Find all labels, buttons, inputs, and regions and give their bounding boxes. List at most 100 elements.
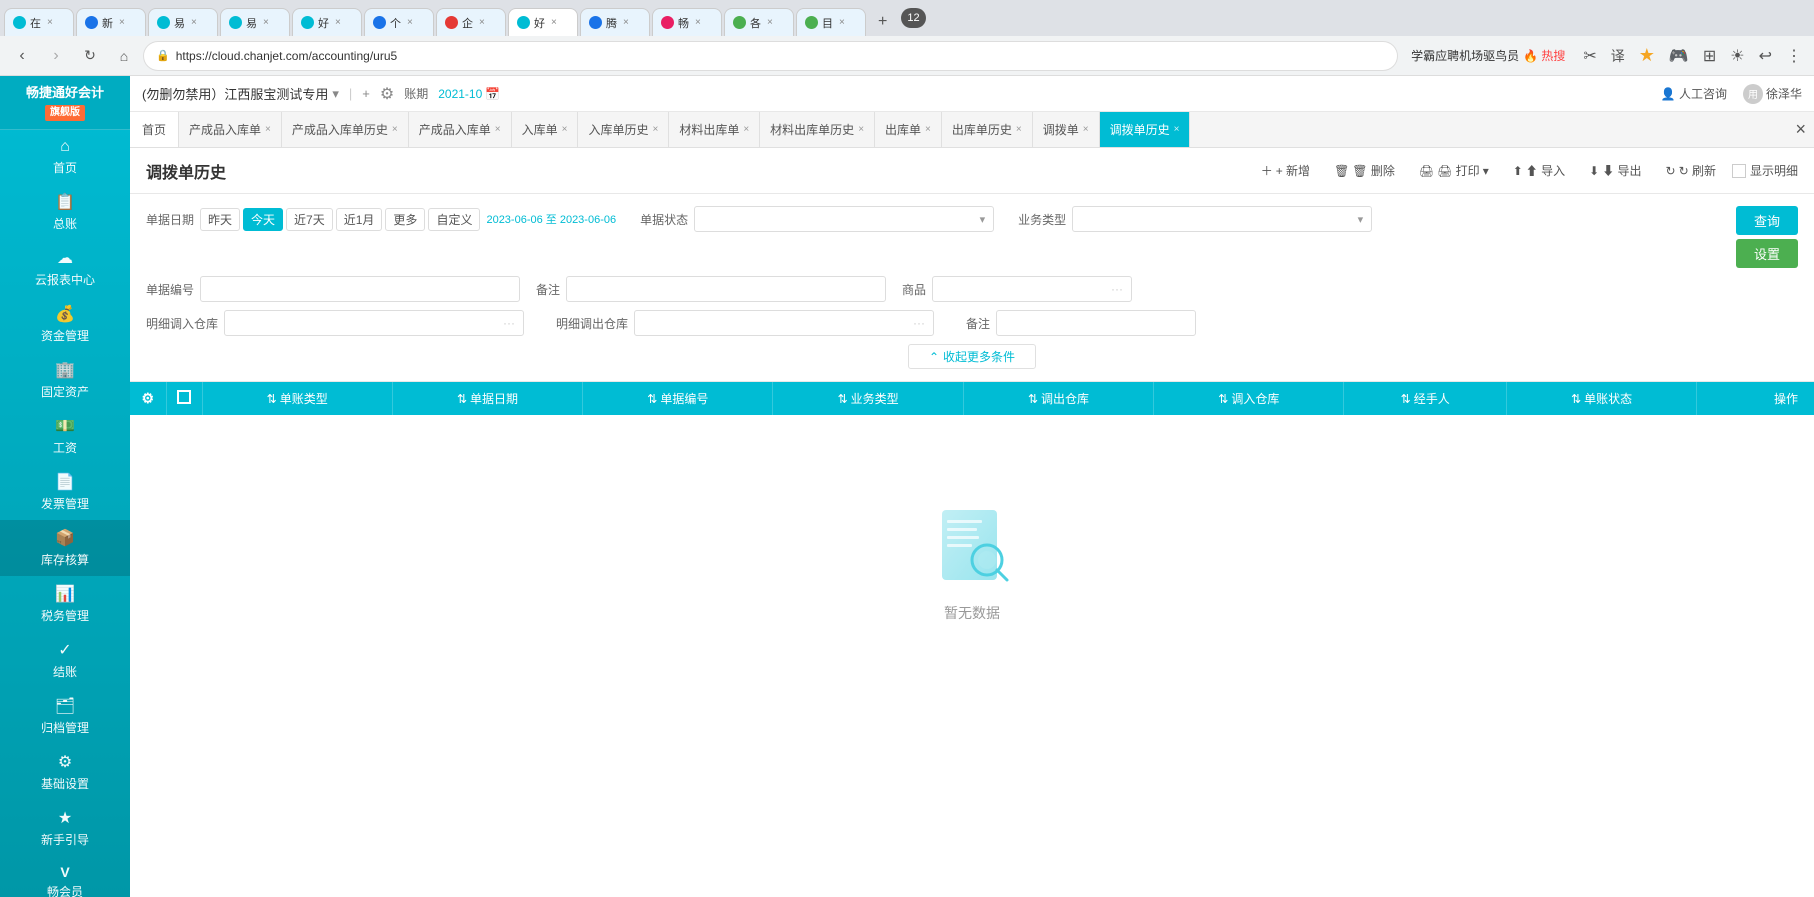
refresh-page-button[interactable]: ↻ ↻ 刷新 bbox=[1658, 158, 1724, 183]
app-tab-3[interactable]: 产成品入库单 × bbox=[409, 112, 512, 148]
tab-close-6[interactable]: × bbox=[407, 17, 413, 28]
browser-tab-6[interactable]: 个 × bbox=[364, 8, 434, 36]
forward-button[interactable]: › bbox=[42, 42, 70, 70]
app-tab-8[interactable]: 出库单 × bbox=[875, 112, 942, 148]
sidebar-item-assets[interactable]: 🏢 固定资产 bbox=[0, 352, 130, 408]
tab-close-5[interactable]: × bbox=[335, 17, 341, 28]
date-btn-custom[interactable]: 自定义 bbox=[428, 208, 480, 231]
sidebar-item-finance[interactable]: 💰 资金管理 bbox=[0, 296, 130, 352]
browser-tab-5[interactable]: 好 × bbox=[292, 8, 362, 36]
browser-tab-10[interactable]: 畅 × bbox=[652, 8, 722, 36]
period-value[interactable]: 2021-10 📅 bbox=[438, 87, 500, 101]
print-button[interactable]: 🖨 🖨 打印 ▾ bbox=[1411, 158, 1497, 183]
grid-button[interactable]: ⊞ bbox=[1699, 42, 1720, 70]
new-button[interactable]: ＋ + 新增 bbox=[1253, 158, 1318, 183]
remark2-input[interactable] bbox=[996, 310, 1196, 336]
sidebar-item-home[interactable]: ⌂ 首页 bbox=[0, 130, 130, 184]
th-handler[interactable]: ⇅ 经手人 bbox=[1344, 382, 1507, 415]
settings-gear-icon[interactable]: ⚙ bbox=[380, 84, 394, 104]
sidebar-item-ledger[interactable]: 📋 总账 bbox=[0, 184, 130, 240]
tab6-close[interactable]: × bbox=[743, 124, 749, 135]
browser-tab-9[interactable]: 腾 × bbox=[580, 8, 650, 36]
th-bill-date[interactable]: ⇅ 单据日期 bbox=[392, 382, 582, 415]
app-tab-2[interactable]: 产成品入库单历史 × bbox=[282, 112, 409, 148]
th-checkbox-col[interactable] bbox=[166, 382, 202, 415]
tab3-close[interactable]: × bbox=[495, 124, 501, 135]
th-business-type[interactable]: ⇅ 业务类型 bbox=[773, 382, 963, 415]
sidebar-item-member[interactable]: V 畅会员 bbox=[0, 856, 130, 897]
goods-select[interactable]: ··· bbox=[932, 276, 1132, 302]
add-company-btn[interactable]: + bbox=[362, 86, 370, 101]
tab2-close[interactable]: × bbox=[392, 124, 398, 135]
sidebar-item-settings[interactable]: ⚙ 基础设置 bbox=[0, 744, 130, 800]
browser-tab-1[interactable]: 在 × bbox=[4, 8, 74, 36]
date-btn-yesterday[interactable]: 昨天 bbox=[200, 208, 240, 231]
tab1-close[interactable]: × bbox=[265, 124, 271, 135]
refresh-button[interactable]: ↻ bbox=[76, 42, 104, 70]
home-button[interactable]: ⌂ bbox=[110, 42, 138, 70]
detail-in-select[interactable]: ··· bbox=[224, 310, 524, 336]
export-button[interactable]: ⬇ ⬇ 导出 bbox=[1581, 158, 1649, 183]
tab7-close[interactable]: × bbox=[858, 124, 864, 135]
app-tab-9[interactable]: 出库单历史 × bbox=[942, 112, 1033, 148]
header-checkbox[interactable] bbox=[177, 390, 191, 404]
sidebar-item-guide[interactable]: ★ 新手引导 bbox=[0, 800, 130, 856]
sidebar-item-salary[interactable]: 💵 工资 bbox=[0, 408, 130, 464]
collapse-button[interactable]: ⌃ 收起更多条件 bbox=[908, 344, 1036, 369]
app-tab-11-active[interactable]: 调拨单历史 × bbox=[1100, 112, 1191, 148]
status-select[interactable]: ▾ bbox=[694, 206, 994, 232]
tab9-close[interactable]: × bbox=[1016, 124, 1022, 135]
help-button[interactable]: 👤 人工咨询 bbox=[1661, 85, 1727, 102]
address-bar[interactable]: 🔒 https://cloud.chanjet.com/accounting/u… bbox=[144, 42, 1397, 70]
th-out-warehouse[interactable]: ⇅ 调出仓库 bbox=[963, 382, 1153, 415]
tab-close-1[interactable]: × bbox=[47, 17, 53, 28]
th-in-warehouse[interactable]: ⇅ 调入仓库 bbox=[1154, 382, 1344, 415]
company-select[interactable]: (勿删勿禁用）江西服宝测试专用 ▾ bbox=[142, 84, 339, 103]
display-checkbox[interactable] bbox=[1732, 164, 1746, 178]
star-button[interactable]: ★ bbox=[1635, 41, 1659, 70]
tab-close-9[interactable]: × bbox=[623, 17, 629, 28]
tab-close-7[interactable]: × bbox=[479, 17, 485, 28]
sidebar-item-closing[interactable]: ✓ 结账 bbox=[0, 632, 130, 688]
sidebar-item-tax[interactable]: 📊 税务管理 bbox=[0, 576, 130, 632]
tab5-close[interactable]: × bbox=[652, 124, 658, 135]
date-btn-7days[interactable]: 近7天 bbox=[286, 208, 333, 231]
app-tab-7[interactable]: 材料出库单历史 × bbox=[760, 112, 875, 148]
delete-button[interactable]: 🗑 🗑 删除 bbox=[1326, 158, 1403, 183]
browser-tab-2[interactable]: 新 × bbox=[76, 8, 146, 36]
back-button[interactable]: ‹ bbox=[8, 42, 36, 70]
date-btn-month[interactable]: 近1月 bbox=[336, 208, 383, 231]
tab-close-8[interactable]: × bbox=[551, 17, 557, 28]
tab-close-4[interactable]: × bbox=[263, 17, 269, 28]
undo-button[interactable]: ↩ bbox=[1755, 42, 1776, 70]
browser-tab-4[interactable]: 易 × bbox=[220, 8, 290, 36]
browser-tab-12[interactable]: 目 × bbox=[796, 8, 866, 36]
tab-close-10[interactable]: × bbox=[695, 17, 701, 28]
app-tab-1[interactable]: 产成品入库单 × bbox=[179, 112, 282, 148]
app-tab-10[interactable]: 调拨单 × bbox=[1033, 112, 1100, 148]
tab4-close[interactable]: × bbox=[562, 124, 568, 135]
tab-close-3[interactable]: × bbox=[191, 17, 197, 28]
tab-close-11[interactable]: × bbox=[767, 17, 773, 28]
query-button[interactable]: 查询 bbox=[1736, 206, 1798, 235]
tab10-close[interactable]: × bbox=[1083, 124, 1089, 135]
user-button[interactable]: 用 徐泽华 bbox=[1743, 84, 1802, 104]
app-tab-5[interactable]: 入库单历史 × bbox=[578, 112, 669, 148]
close-all-tab-btn[interactable]: × bbox=[1787, 112, 1814, 148]
gamepad-button[interactable]: 🎮 bbox=[1665, 42, 1693, 70]
app-tab-4[interactable]: 入库单 × bbox=[512, 112, 579, 148]
remark-input[interactable] bbox=[566, 276, 886, 302]
bill-no-input[interactable] bbox=[200, 276, 520, 302]
browser-tab-8-active[interactable]: 好 × bbox=[508, 8, 578, 36]
sidebar-item-reports[interactable]: ☁ 云报表中心 bbox=[0, 240, 130, 296]
business-type-select[interactable]: ▾ bbox=[1072, 206, 1372, 232]
translate-button[interactable]: 译 bbox=[1607, 42, 1629, 70]
sidebar-item-invoice[interactable]: 📄 发票管理 bbox=[0, 464, 130, 520]
browser-tab-3[interactable]: 易 × bbox=[148, 8, 218, 36]
browser-tab-7[interactable]: 企 × bbox=[436, 8, 506, 36]
menu-button[interactable]: ⋮ bbox=[1782, 42, 1806, 70]
setting-filter-button[interactable]: 设置 bbox=[1736, 239, 1798, 268]
scissors-button[interactable]: ✂ bbox=[1579, 42, 1600, 70]
sidebar-item-archive[interactable]: 🗂 归档管理 bbox=[0, 688, 130, 744]
th-gear[interactable]: ⚙ bbox=[130, 382, 166, 415]
